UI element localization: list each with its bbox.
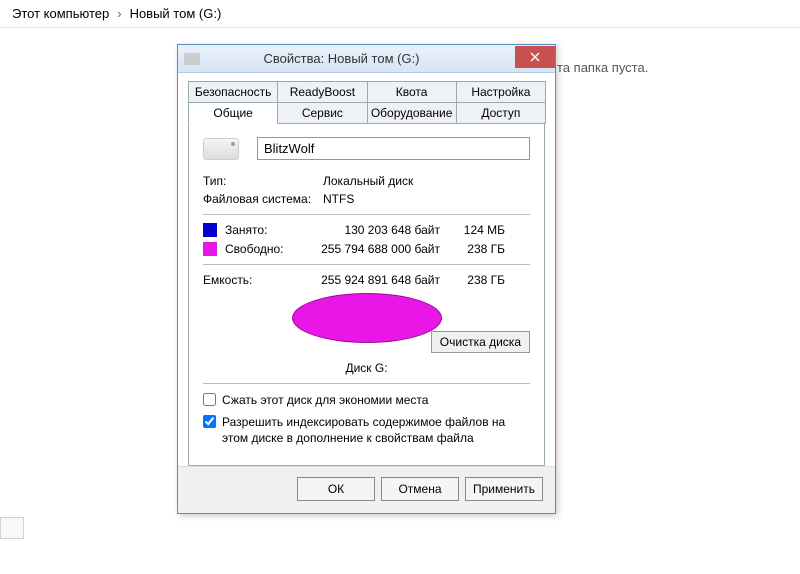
type-value: Локальный диск <box>323 174 530 188</box>
disk-label: Диск G: <box>345 361 387 375</box>
tab-general[interactable]: Общие <box>188 102 278 124</box>
volume-name-input[interactable] <box>257 137 530 160</box>
free-label: Свободно: <box>225 242 300 256</box>
status-bar-fragment <box>0 517 24 539</box>
compress-label: Сжать этот диск для экономии места <box>222 392 428 408</box>
tab-hardware[interactable]: Оборудование <box>367 102 457 124</box>
apply-button[interactable]: Применить <box>465 477 543 501</box>
tab-panel-general: Тип: Локальный диск Файловая система: NT… <box>188 123 545 466</box>
folder-empty-text: та папка пуста. <box>557 60 648 75</box>
divider <box>203 383 530 384</box>
fs-label: Файловая система: <box>203 192 323 206</box>
used-bytes: 130 203 648 байт <box>300 223 450 237</box>
used-swatch-icon <box>203 223 217 237</box>
disk-cleanup-button[interactable]: Очистка диска <box>431 331 530 353</box>
tab-tools[interactable]: Сервис <box>277 102 367 124</box>
breadcrumb-current[interactable]: Новый том (G:) <box>130 6 222 21</box>
close-button[interactable] <box>515 46 555 68</box>
tab-readyboost[interactable]: ReadyBoost <box>277 81 367 103</box>
breadcrumb-parent[interactable]: Этот компьютер <box>12 6 109 21</box>
properties-dialog: Свойства: Новый том (G:) Безопасность Re… <box>177 44 556 514</box>
free-bytes: 255 794 688 000 байт <box>300 242 450 256</box>
free-space-row: Свободно: 255 794 688 000 байт 238 ГБ <box>203 242 530 256</box>
compress-checkbox[interactable] <box>203 393 216 406</box>
disk-usage-pie-icon <box>292 293 442 353</box>
index-checkbox[interactable] <box>203 415 216 428</box>
index-label: Разрешить индексировать содержимое файло… <box>222 414 530 446</box>
fs-value: NTFS <box>323 192 530 206</box>
used-label: Занято: <box>225 223 300 237</box>
breadcrumb[interactable]: Этот компьютер › Новый том (G:) <box>0 0 800 28</box>
capacity-label: Емкость: <box>203 273 300 287</box>
tab-row-primary: Общие Сервис Оборудование Доступ <box>188 102 545 124</box>
hard-drive-icon <box>203 138 239 160</box>
tab-security[interactable]: Безопасность <box>188 81 278 103</box>
dialog-title: Свойства: Новый том (G:) <box>168 51 515 66</box>
close-icon <box>530 52 540 62</box>
cancel-button[interactable]: Отмена <box>381 477 459 501</box>
dialog-button-row: ОК Отмена Применить <box>178 466 555 513</box>
used-hr: 124 МБ <box>450 223 505 237</box>
tabs-area: Безопасность ReadyBoost Квота Настройка … <box>178 73 555 466</box>
used-space-row: Занято: 130 203 648 байт 124 МБ <box>203 223 530 237</box>
titlebar[interactable]: Свойства: Новый том (G:) <box>178 45 555 73</box>
capacity-bytes: 255 924 891 648 байт <box>300 273 450 287</box>
tab-customize[interactable]: Настройка <box>456 81 546 103</box>
divider <box>203 264 530 265</box>
capacity-row: Емкость: 255 924 891 648 байт 238 ГБ <box>203 273 530 287</box>
index-checkbox-row[interactable]: Разрешить индексировать содержимое файло… <box>203 414 530 446</box>
chevron-right-icon: › <box>117 6 121 21</box>
free-hr: 238 ГБ <box>450 242 505 256</box>
tab-sharing[interactable]: Доступ <box>456 102 546 124</box>
tab-row-secondary: Безопасность ReadyBoost Квота Настройка <box>188 81 545 103</box>
compress-checkbox-row[interactable]: Сжать этот диск для экономии места <box>203 392 530 408</box>
type-label: Тип: <box>203 174 323 188</box>
tab-quota[interactable]: Квота <box>367 81 457 103</box>
ok-button[interactable]: ОК <box>297 477 375 501</box>
capacity-hr: 238 ГБ <box>450 273 505 287</box>
divider <box>203 214 530 215</box>
free-swatch-icon <box>203 242 217 256</box>
